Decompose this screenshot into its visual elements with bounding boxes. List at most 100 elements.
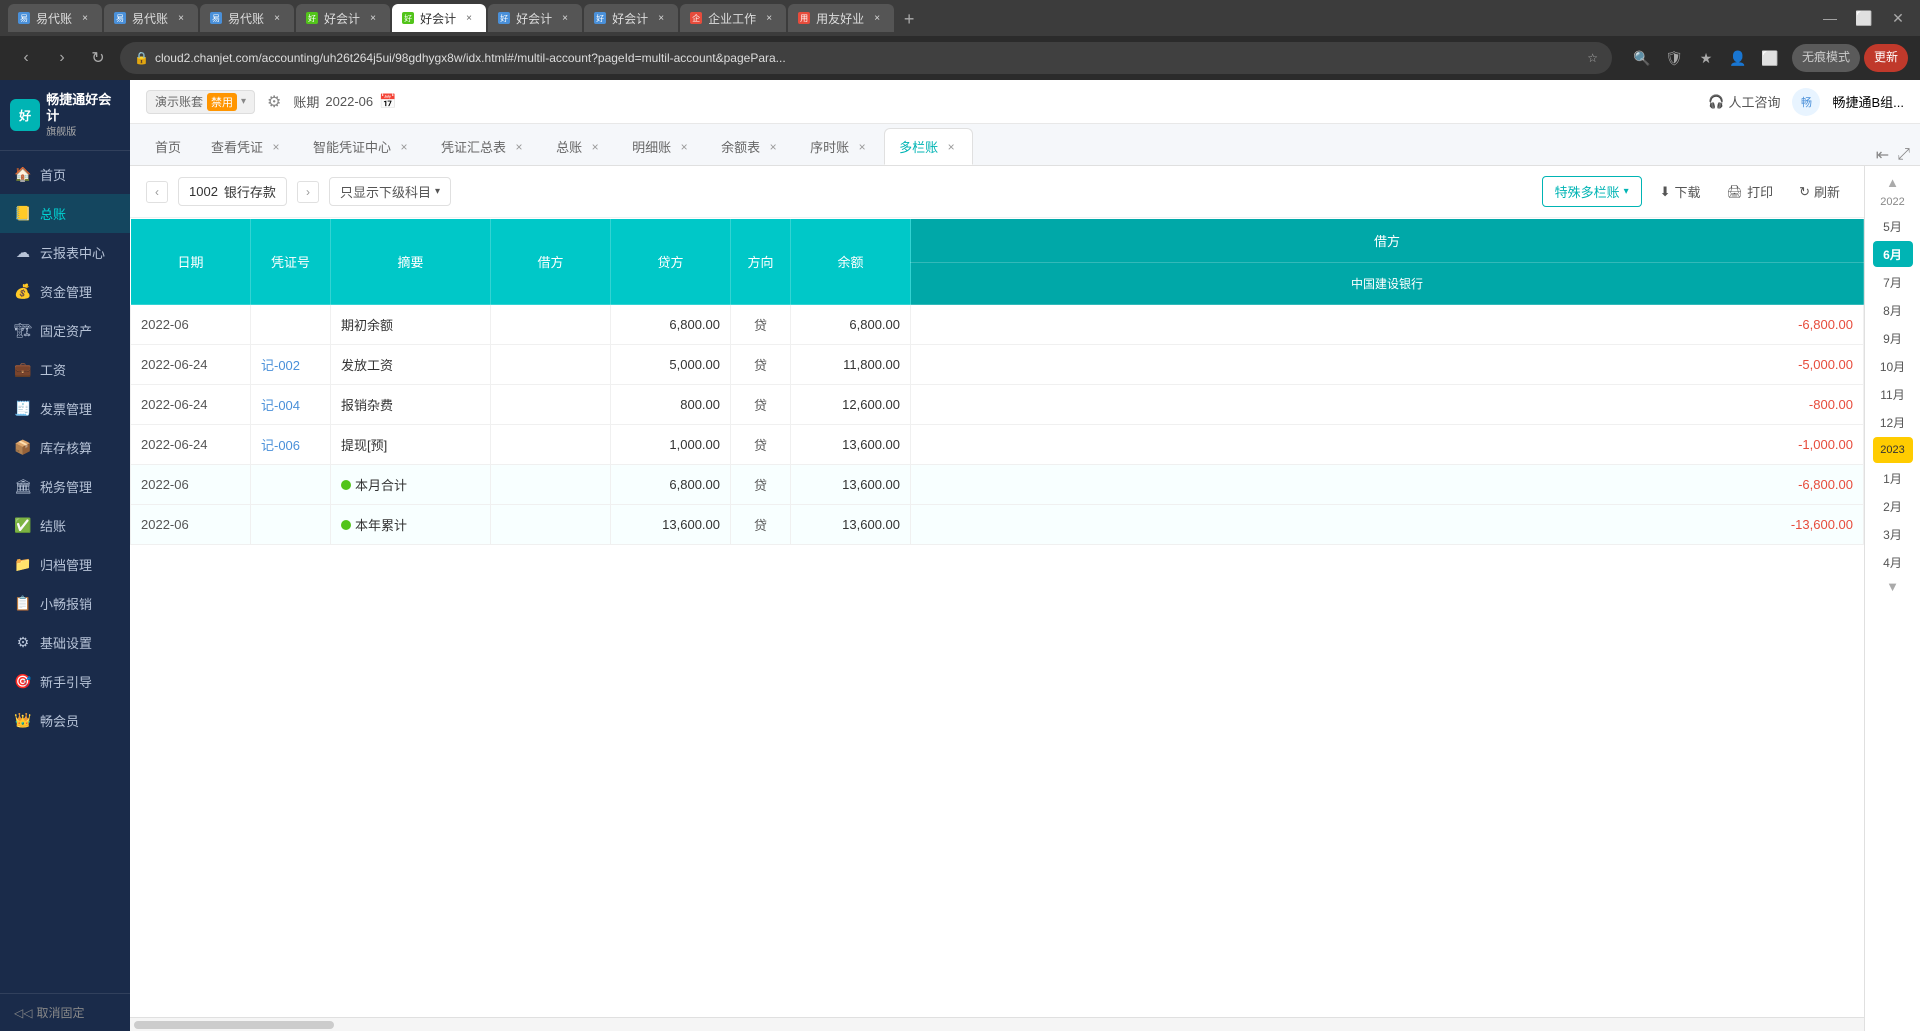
tab-close-6[interactable]: × [558,11,572,25]
tab-detail-ledger[interactable]: 明细账 × [617,128,706,165]
browser-tab-5[interactable]: 好 好会计 × [392,4,486,32]
app-settings-icon[interactable]: ⚙ [267,92,281,112]
tab-smart-voucher[interactable]: 智能凭证中心 × [298,128,426,165]
close-window-button[interactable]: ✕ [1884,4,1912,32]
sidebar-item-reports[interactable]: ☁ 云报表中心 [0,233,130,272]
sidebar-item-salary[interactable]: 💼 工资 [0,350,130,389]
bookmark-icon[interactable]: ☆ [1587,51,1598,65]
demo-chevron-icon[interactable]: ▾ [241,96,246,107]
tab-voucher[interactable]: 查看凭证 × [196,128,298,165]
extensions-icon[interactable]: ⬜ [1756,44,1784,72]
refresh-nav-button[interactable]: ↻ [84,44,112,72]
filter-dropdown[interactable]: 只显示下级科目 ▾ [329,177,451,206]
browser-tab-6[interactable]: 好 好会计 × [488,4,582,32]
timeline-month-dec[interactable]: 12月 [1873,409,1913,435]
sidebar-item-guide[interactable]: 🎯 新手引导 [0,662,130,701]
scroll-thumb[interactable] [134,1021,334,1029]
minimize-button[interactable]: — [1816,4,1844,32]
sidebar-item-tax[interactable]: 🏛 税务管理 [0,467,130,506]
update-button[interactable]: 更新 [1864,44,1908,72]
cell-voucher-3[interactable]: 记-006 [251,425,331,465]
tab-close-2[interactable]: × [174,11,188,25]
tab-voucher-summary-close[interactable]: × [512,140,526,154]
url-bar[interactable]: 🔒 cloud2.chanjet.com/accounting/uh26t264… [120,42,1612,74]
print-button[interactable]: 🖨 打印 [1719,178,1782,205]
sidebar-item-expense[interactable]: 📋 小畅报销 [0,584,130,623]
sidebar-item-funds[interactable]: 💰 资金管理 [0,272,130,311]
browser-tab-7[interactable]: 好 好会计 × [584,4,678,32]
tab-close-9[interactable]: × [870,11,884,25]
sidebar-item-inventory[interactable]: 📦 库存核算 [0,428,130,467]
tab-close-5[interactable]: × [462,11,476,25]
tab-sequence-close[interactable]: × [855,140,869,154]
timeline-month-jan[interactable]: 1月 [1873,465,1913,491]
timeline-month-nov[interactable]: 11月 [1873,381,1913,407]
timeline-month-apr[interactable]: 4月 [1873,549,1913,575]
timeline-month-feb[interactable]: 2月 [1873,493,1913,519]
tab-close-1[interactable]: × [78,11,92,25]
browser-tab-8[interactable]: 企 企业工作 × [680,4,786,32]
tab-close-3[interactable]: × [270,11,284,25]
account-prev-button[interactable]: ‹ [146,181,168,203]
maximize-button[interactable]: ⬜ [1850,4,1878,32]
calendar-icon[interactable]: 📅 [379,93,396,110]
voucher-link-1[interactable]: 记-002 [261,358,300,373]
sidebar-item-home[interactable]: 🏠 首页 [0,155,130,194]
timeline-month-aug[interactable]: 8月 [1873,297,1913,323]
voucher-link-3[interactable]: 记-006 [261,438,300,453]
tab-general-ledger[interactable]: 总账 × [541,128,617,165]
cell-voucher-2[interactable]: 记-004 [251,385,331,425]
browser-tab-4[interactable]: 好 好会计 × [296,4,390,32]
tab-balance[interactable]: 余额表 × [706,128,795,165]
timeline-scroll-down[interactable]: ▼ [1878,576,1908,596]
tab-multicolumn[interactable]: 多栏账 × [884,128,973,165]
sidebar-item-assets[interactable]: 🏗 固定资产 [0,311,130,350]
sidebar-item-member[interactable]: 👑 畅会员 [0,701,130,740]
collapse-icon[interactable]: ⇤ [1876,145,1889,165]
shield-icon[interactable]: 🛡 [1660,44,1688,72]
timeline-month-jul[interactable]: 7月 [1873,269,1913,295]
tab-sequence[interactable]: 序时账 × [795,128,884,165]
tab-multicolumn-close[interactable]: × [944,140,958,154]
browser-tab-2[interactable]: 易 易代账 × [104,4,198,32]
pin-button[interactable]: ◁◁ 取消固定 [14,1004,116,1021]
voucher-link-2[interactable]: 记-004 [261,398,300,413]
tab-smart-voucher-close[interactable]: × [397,140,411,154]
sidebar-item-close[interactable]: ✅ 结账 [0,506,130,545]
tab-voucher-close[interactable]: × [269,140,283,154]
tab-home[interactable]: 首页 [140,128,196,165]
wuhen-button[interactable]: 无痕模式 [1792,44,1860,72]
tab-close-7[interactable]: × [654,11,668,25]
cell-voucher-1[interactable]: 记-002 [251,345,331,385]
browser-tab-3[interactable]: 易 易代账 × [200,4,294,32]
tab-voucher-summary[interactable]: 凭证汇总表 × [426,128,541,165]
profile-icon[interactable]: 👤 [1724,44,1752,72]
sidebar-item-ledger[interactable]: 📒 总账 [0,194,130,233]
download-button[interactable]: ⬇ 下载 [1652,178,1709,205]
timeline-scroll-up[interactable]: ▲ [1878,172,1908,192]
browser-tab-9[interactable]: 用 用友好业 × [788,4,894,32]
service-button[interactable]: 🎧 人工咨询 [1708,92,1780,111]
browser-tab-1[interactable]: 易 易代账 × [8,4,102,32]
horizontal-scrollbar[interactable] [130,1017,1864,1031]
account-next-button[interactable]: › [297,181,319,203]
tab-balance-close[interactable]: × [766,140,780,154]
sidebar-item-settings[interactable]: ⚙ 基础设置 [0,623,130,662]
search-icon[interactable]: 🔍 [1628,44,1656,72]
refresh-button[interactable]: ↻ 刷新 [1791,178,1848,205]
special-columns-button[interactable]: 特殊多栏账 ▾ [1542,176,1642,207]
account-selector[interactable]: 1002 银行存款 [178,177,287,206]
new-tab-button[interactable]: + [896,6,922,32]
timeline-month-mar[interactable]: 3月 [1873,521,1913,547]
back-button[interactable]: ‹ [12,44,40,72]
timeline-month-oct[interactable]: 10月 [1873,353,1913,379]
timeline-month-may[interactable]: 5月 [1873,213,1913,239]
sidebar-item-invoice[interactable]: 🧾 发票管理 [0,389,130,428]
timeline-month-sep[interactable]: 9月 [1873,325,1913,351]
sidebar-item-archive[interactable]: 📁 归档管理 [0,545,130,584]
forward-button[interactable]: › [48,44,76,72]
expand-icon[interactable]: ⤢ [1897,146,1910,164]
tab-detail-ledger-close[interactable]: × [677,140,691,154]
tab-close-4[interactable]: × [366,11,380,25]
timeline-month-jun[interactable]: 6月 [1873,241,1913,267]
